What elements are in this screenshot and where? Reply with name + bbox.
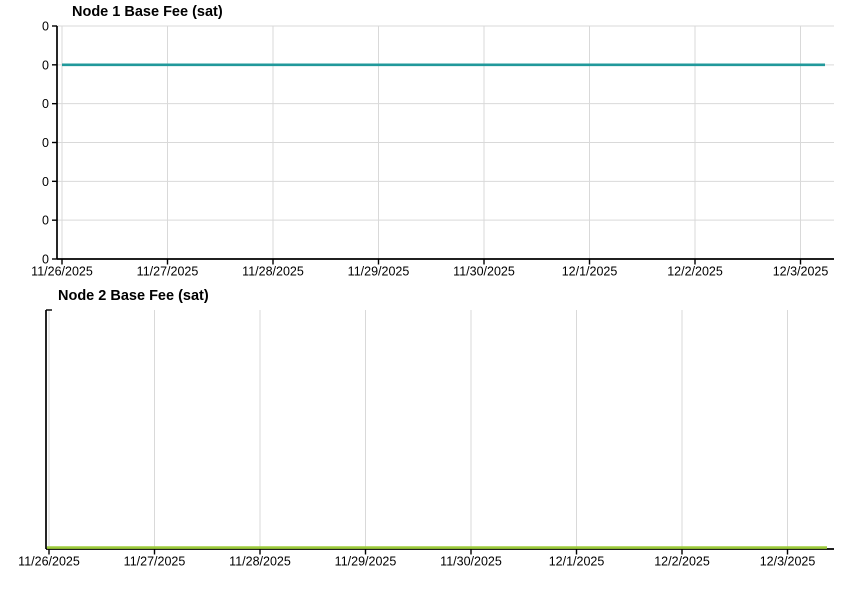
x-tick-label: 12/2/2025 xyxy=(654,555,710,569)
x-tick-label: 11/26/2025 xyxy=(18,555,80,569)
x-tick-label: 11/28/2025 xyxy=(242,265,304,279)
chart-node1-title: Node 1 Base Fee (sat) xyxy=(72,4,223,20)
x-tick-label: 11/30/2025 xyxy=(453,265,515,279)
y-tick-label: 0 xyxy=(42,58,49,72)
y-tick-label: 0 xyxy=(42,136,49,150)
x-tick-label: 12/2/2025 xyxy=(667,265,723,279)
y-tick-label: 0 xyxy=(42,175,49,189)
dual-chart-panel: 11/26/2025 11/27/2025 11/28/2025 11/29/2025… xyxy=(0,0,860,600)
x-tick-label: 11/26/2025 xyxy=(31,265,93,279)
chart-node2-title: Node 2 Base Fee (sat) xyxy=(58,288,209,304)
x-tick-label: 12/3/2025 xyxy=(773,265,829,279)
y-tick-label: 0 xyxy=(42,253,49,267)
x-tick-label: 12/1/2025 xyxy=(549,555,605,569)
chart-node2-plot: 11/26/2025 11/27/2025 11/28/2025 11/29/2025… xyxy=(18,309,834,569)
x-tick-label: 11/29/2025 xyxy=(335,555,397,569)
x-tick-label: 11/29/2025 xyxy=(348,265,410,279)
x-tick-label: 11/30/2025 xyxy=(440,555,502,569)
x-tick-label: 11/27/2025 xyxy=(124,555,186,569)
y-tick-label: 0 xyxy=(42,20,49,34)
x-tick-label: 11/27/2025 xyxy=(137,265,199,279)
y-tick-label: 0 xyxy=(42,97,49,111)
chart-node1-plot: 11/26/2025 11/27/2025 11/28/2025 11/29/2025… xyxy=(31,20,834,279)
x-tick-label: 11/28/2025 xyxy=(229,555,291,569)
x-tick-label: 12/1/2025 xyxy=(562,265,618,279)
y-tick-label: 0 xyxy=(42,214,49,228)
x-tick-label: 12/3/2025 xyxy=(760,555,816,569)
